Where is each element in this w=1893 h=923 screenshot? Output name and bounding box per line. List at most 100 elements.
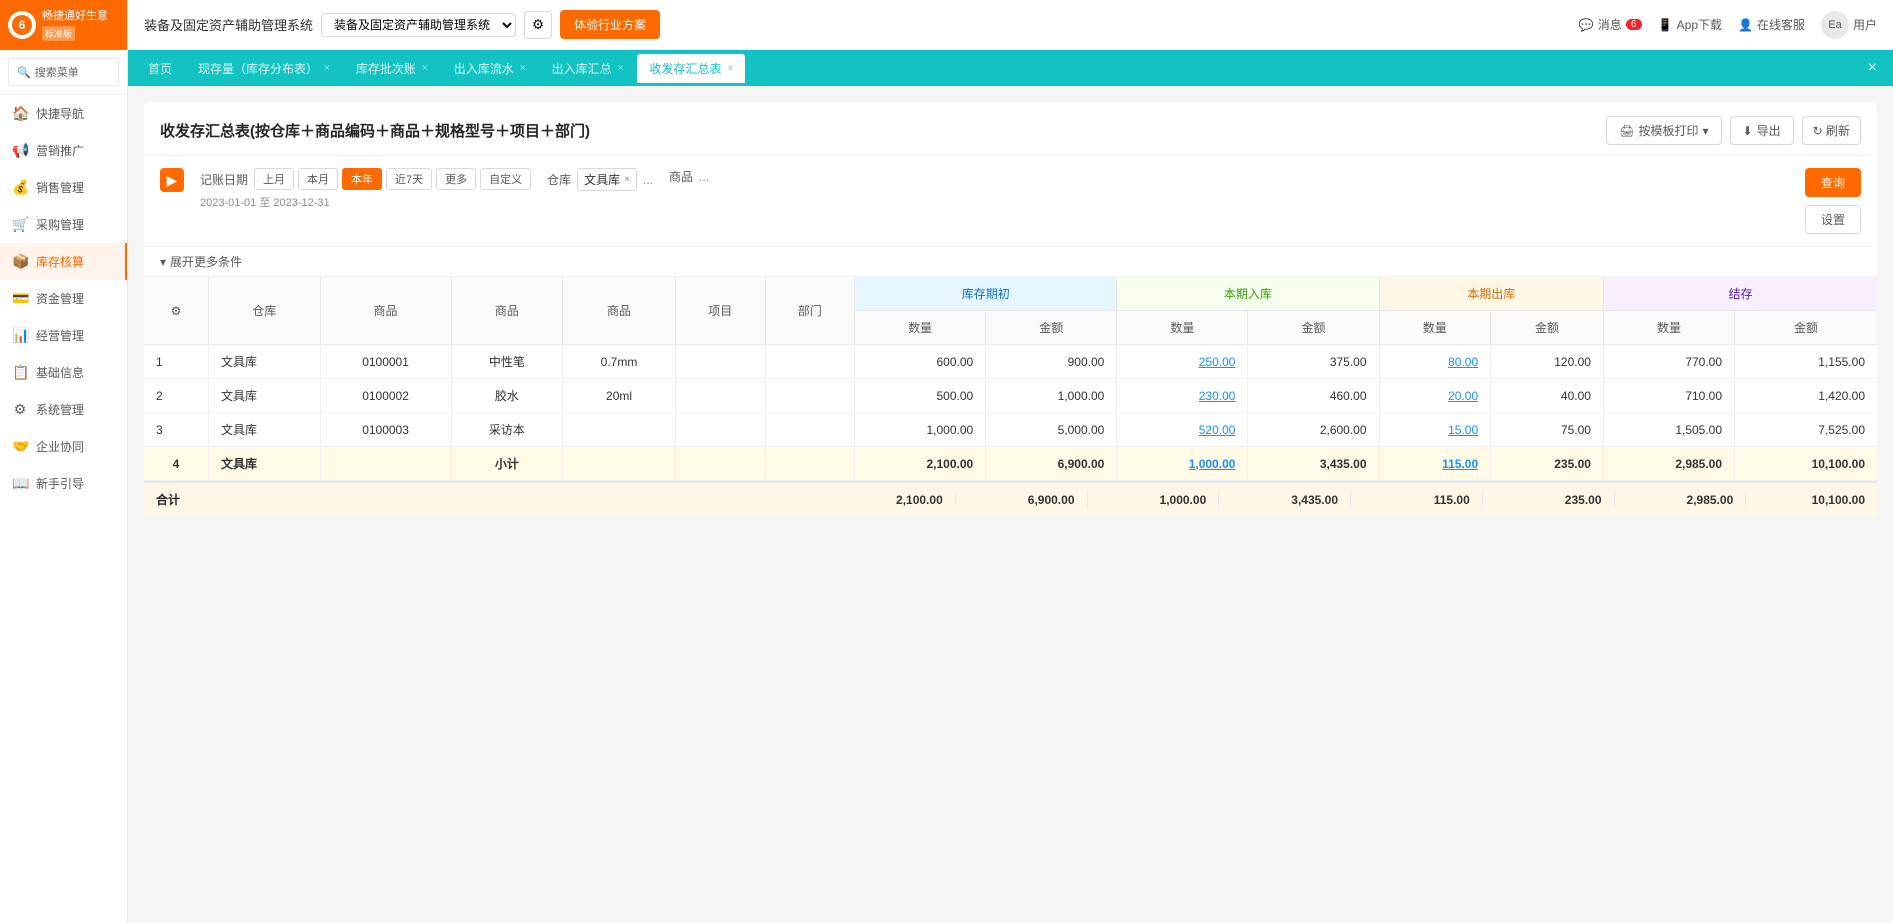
tab-flow-close[interactable]: × xyxy=(520,63,526,74)
sidebar-item-label: 营销推广 xyxy=(36,142,84,159)
system-select[interactable]: 装备及固定资产辅助管理系统 xyxy=(321,13,516,37)
row4-in-qty[interactable]: 1,000.00 xyxy=(1117,447,1248,481)
finance-icon: 💳 xyxy=(12,290,28,307)
col-settings[interactable]: ⚙ xyxy=(144,277,208,345)
sidebar-item-marketing[interactable]: 📢 营销推广 xyxy=(0,132,127,169)
query-button[interactable]: 查询 xyxy=(1805,168,1861,197)
date-this-month[interactable]: 本月 xyxy=(298,168,338,190)
sidebar-item-label: 采购管理 xyxy=(36,216,84,233)
tab-flow-label: 出入库流水 xyxy=(454,60,514,77)
col-product-name-header: 商品 xyxy=(451,277,563,345)
sidebar-item-label: 新手引导 xyxy=(36,475,84,492)
table-row: 1 文具库 0100001 中性笔 0.7mm 600.00 900.00 25… xyxy=(144,345,1877,379)
sidebar-item-finance[interactable]: 💳 资金管理 xyxy=(0,280,127,317)
col-in-amt-header: 金额 xyxy=(1248,311,1379,345)
tab-stock-dist-close[interactable]: × xyxy=(324,63,330,74)
tab-summary[interactable]: 出入库汇总 × xyxy=(540,54,636,83)
date-this-year[interactable]: 本年 xyxy=(342,168,382,190)
print-button[interactable]: 🖨 按模板打印 ▾ xyxy=(1606,116,1721,145)
set-button[interactable]: 设置 xyxy=(1805,205,1861,234)
app-download-action[interactable]: 📱 App下载 xyxy=(1658,16,1722,33)
sidebar-item-system[interactable]: ⚙ 系统管理 xyxy=(0,391,127,428)
export-button[interactable]: ⬇ 导出 xyxy=(1730,116,1794,145)
row2-opening-amt: 1,000.00 xyxy=(986,379,1117,413)
settings-icon: ⚙ xyxy=(532,17,544,33)
tabs-bar: 首页 现存量（库存分布表） × 库存批次账 × 出入库流水 × 出入库汇总 × … xyxy=(128,50,1893,86)
row2-closing-amt: 1,420.00 xyxy=(1735,379,1877,413)
sidebar-item-sales[interactable]: 💰 销售管理 xyxy=(0,169,127,206)
close-all-tabs[interactable]: × xyxy=(1860,59,1885,77)
settings-button[interactable]: ⚙ xyxy=(524,11,552,39)
sidebar-title-block: 畅捷通好生意 标准版 xyxy=(42,9,108,40)
sidebar-item-label: 经营管理 xyxy=(36,327,84,344)
tab-batch[interactable]: 库存批次账 × xyxy=(344,54,440,83)
footer-left: 合计 xyxy=(144,491,824,508)
date-custom[interactable]: 自定义 xyxy=(480,168,531,190)
row2-out-qty[interactable]: 20.00 xyxy=(1379,379,1491,413)
tab-stock-dist[interactable]: 现存量（库存分布表） × xyxy=(186,54,342,83)
refresh-button[interactable]: ↻ 刷新 xyxy=(1802,116,1861,145)
date-prev-month[interactable]: 上月 xyxy=(254,168,294,190)
sidebar-item-guide[interactable]: 📖 新手引导 xyxy=(0,465,127,502)
expand-row: ▾ 展开更多条件 xyxy=(144,247,1877,277)
row3-opening-amt: 5,000.00 xyxy=(986,413,1117,447)
row3-product-spec xyxy=(563,413,676,447)
warehouse-tag-close[interactable]: × xyxy=(624,174,630,185)
sidebar-item-inventory[interactable]: 📦 库存核算 xyxy=(0,243,127,280)
tab-receive-send-label: 收发存汇总表 xyxy=(649,60,721,77)
date-shortcuts: 上月 本月 本年 近7天 更多 自定义 xyxy=(254,168,531,190)
message-icon: 💬 xyxy=(1579,18,1594,32)
row2-in-amt: 460.00 xyxy=(1248,379,1379,413)
tab-flow[interactable]: 出入库流水 × xyxy=(442,54,538,83)
tab-receive-send-close[interactable]: × xyxy=(727,63,733,74)
sidebar-item-operations[interactable]: 📊 经营管理 xyxy=(0,317,127,354)
col-out-qty-header: 数量 xyxy=(1379,311,1491,345)
marketing-icon: 📢 xyxy=(12,142,28,159)
row3-out-qty[interactable]: 15.00 xyxy=(1379,413,1491,447)
product-more[interactable]: ... xyxy=(699,170,709,184)
search-menu-button[interactable]: 🔍 搜索菜单 xyxy=(8,58,119,86)
row3-out-amt: 75.00 xyxy=(1491,413,1604,447)
tab-receive-send[interactable]: 收发存汇总表 × xyxy=(637,54,745,83)
user-action[interactable]: Ea 用户 xyxy=(1821,11,1877,39)
row4-out-qty[interactable]: 115.00 xyxy=(1379,447,1491,481)
sidebar-item-purchase[interactable]: 🛒 采购管理 xyxy=(0,206,127,243)
row2-in-qty[interactable]: 230.00 xyxy=(1117,379,1248,413)
date-more[interactable]: 更多 xyxy=(436,168,476,190)
col-department-header: 部门 xyxy=(765,277,855,345)
page-content: 收发存汇总表(按仓库＋商品编码＋商品＋规格型号＋项目＋部门) 🖨 按模板打印 ▾… xyxy=(128,86,1893,923)
sidebar-item-quick-nav[interactable]: 🏠 快捷导航 xyxy=(0,95,127,132)
table-row: 2 文具库 0100002 胶水 20ml 500.00 1,000.00 23… xyxy=(144,379,1877,413)
filter-toggle[interactable]: ▶ xyxy=(160,168,184,192)
warehouse-more[interactable]: ... xyxy=(643,173,653,187)
sidebar-item-cooperation[interactable]: 🤝 企业协同 xyxy=(0,428,127,465)
sidebar-search-container: 🔍 搜索菜单 xyxy=(0,50,127,95)
tab-home[interactable]: 首页 xyxy=(136,54,184,83)
expand-button[interactable]: ▾ 展开更多条件 xyxy=(160,253,1861,270)
row3-closing-amt: 7,525.00 xyxy=(1735,413,1877,447)
row1-opening-amt: 900.00 xyxy=(986,345,1117,379)
sidebar-item-basic-info[interactable]: 📋 基础信息 xyxy=(0,354,127,391)
inventory-icon: 📦 xyxy=(12,253,28,270)
messages-action[interactable]: 💬 消息 6 xyxy=(1579,16,1642,33)
expand-label: 展开更多条件 xyxy=(170,253,242,270)
filter-main: ▶ 记账日期 上月 本月 本年 近7天 更多 xyxy=(160,168,1789,210)
row1-in-qty[interactable]: 250.00 xyxy=(1117,345,1248,379)
tab-summary-close[interactable]: × xyxy=(618,63,624,74)
col-closing-qty-header: 数量 xyxy=(1603,311,1734,345)
tab-batch-close[interactable]: × xyxy=(422,63,428,74)
date-7days[interactable]: 近7天 xyxy=(386,168,432,190)
date-label: 记账日期 xyxy=(200,171,248,188)
row3-in-qty[interactable]: 520.00 xyxy=(1117,413,1248,447)
row1-project xyxy=(675,345,765,379)
try-industry-button[interactable]: 体验行业方案 xyxy=(560,10,660,39)
row1-out-qty[interactable]: 80.00 xyxy=(1379,345,1491,379)
row3-no: 3 xyxy=(144,413,208,447)
col-project-header: 项目 xyxy=(675,277,765,345)
row4-product-code xyxy=(320,447,451,481)
online-service-action[interactable]: 👤 在线客服 xyxy=(1738,16,1805,33)
page-title: 收发存汇总表(按仓库＋商品编码＋商品＋规格型号＋项目＋部门) xyxy=(160,120,590,141)
date-filter-row: 记账日期 上月 本月 本年 近7天 更多 自定义 xyxy=(200,168,531,190)
date-filter: 记账日期 上月 本月 本年 近7天 更多 自定义 2023 xyxy=(200,168,531,210)
row2-product-spec: 20ml xyxy=(563,379,676,413)
